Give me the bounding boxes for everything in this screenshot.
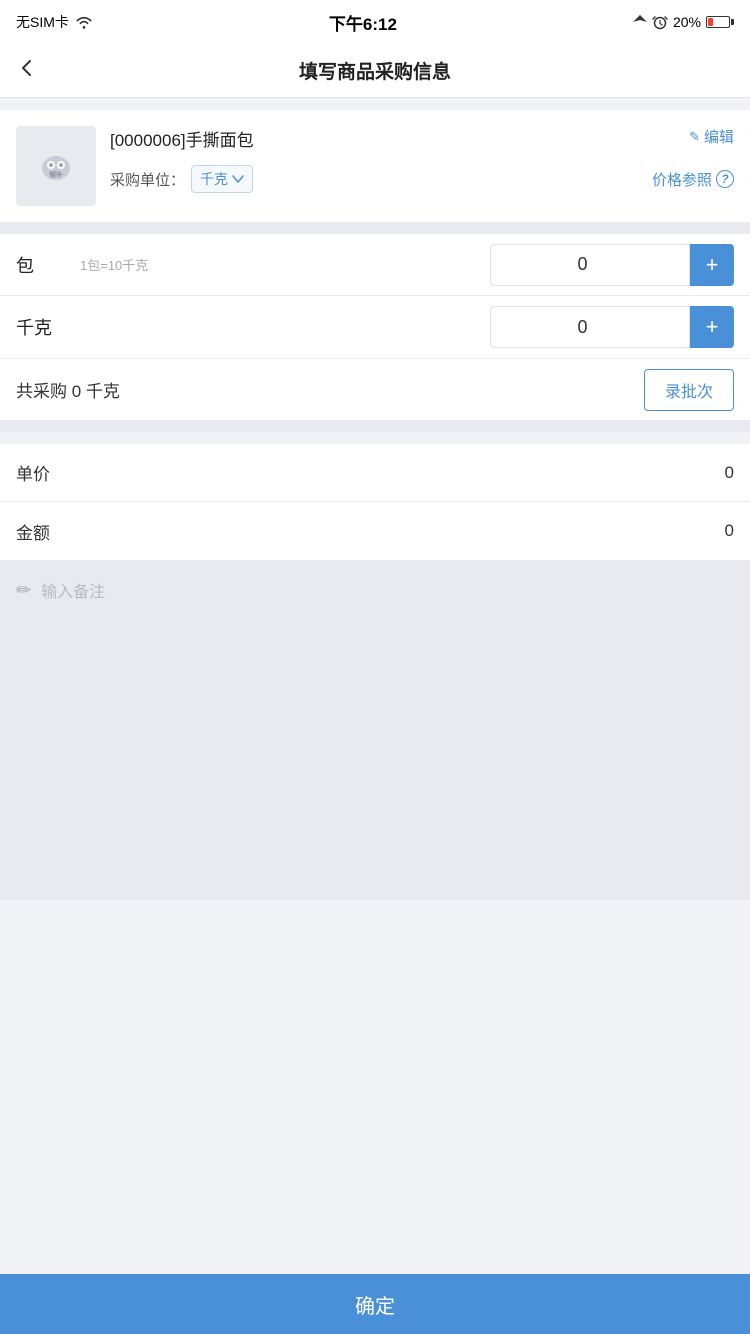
pencil-icon: ✏ bbox=[16, 580, 31, 601]
unit-select[interactable]: 千克 bbox=[191, 165, 253, 193]
product-thumb-icon: 智十 bbox=[34, 144, 78, 188]
battery-icon bbox=[706, 16, 734, 28]
nav-bar: 填写商品采购信息 bbox=[0, 44, 750, 98]
unit-label: 采购单位： bbox=[110, 169, 185, 190]
battery-pct: 20% bbox=[673, 14, 701, 30]
svg-text:智十: 智十 bbox=[49, 170, 63, 179]
alarm-icon bbox=[652, 14, 668, 30]
kg-input[interactable] bbox=[490, 306, 690, 348]
batch-button[interactable]: 录批次 bbox=[644, 369, 734, 411]
price-section: 单价 0 金额 0 bbox=[0, 444, 750, 560]
kg-row: 千克 + bbox=[0, 296, 750, 358]
price-ref-label: 价格参照 bbox=[652, 169, 712, 190]
confirm-label: 确定 bbox=[355, 1290, 395, 1319]
product-thumbnail: 智十 bbox=[16, 126, 96, 206]
info-icon: ? bbox=[716, 170, 734, 188]
back-button[interactable] bbox=[16, 57, 38, 85]
wifi-icon bbox=[75, 15, 93, 29]
bao-plus-button[interactable]: + bbox=[690, 244, 734, 286]
network-label: 无SIM卡 bbox=[16, 12, 69, 32]
page-title: 填写商品采购信息 bbox=[299, 57, 451, 84]
kg-input-group: + bbox=[490, 306, 734, 348]
kg-label: 千克 bbox=[16, 314, 76, 340]
bao-input-group: + bbox=[490, 244, 734, 286]
unit-price-value: 0 bbox=[725, 463, 734, 483]
price-ref-button[interactable]: 价格参照 ? bbox=[652, 169, 734, 190]
product-info: [0000006]手撕面包 ✎ 编辑 采购单位： 千克 价格参照 ? bbox=[110, 126, 734, 193]
input-section: 包 1包=10千克 + 千克 + bbox=[0, 234, 750, 358]
total-row: 共采购 0 千克 录批次 bbox=[0, 358, 750, 420]
edit-label: 编辑 bbox=[704, 126, 734, 147]
amount-row: 金额 0 bbox=[0, 502, 750, 560]
bao-label: 包 bbox=[16, 252, 76, 278]
product-card: 智十 [0000006]手撕面包 ✎ 编辑 采购单位： 千克 价格参照 bbox=[0, 110, 750, 222]
unit-value: 千克 bbox=[200, 169, 228, 189]
bao-input[interactable] bbox=[490, 244, 690, 286]
edit-icon: ✎ bbox=[689, 129, 700, 145]
edit-button[interactable]: ✎ 编辑 bbox=[689, 126, 734, 147]
product-name: [0000006]手撕面包 bbox=[110, 126, 254, 151]
bao-row: 包 1包=10千克 + bbox=[0, 234, 750, 296]
confirm-button[interactable]: 确定 bbox=[0, 1274, 750, 1334]
unit-price-label: 单价 bbox=[16, 460, 50, 485]
chevron-down-icon bbox=[232, 175, 244, 183]
bottom-padding bbox=[0, 900, 750, 960]
unit-price-row: 单价 0 bbox=[0, 444, 750, 502]
amount-label: 金额 bbox=[16, 519, 50, 544]
status-right: 20% bbox=[633, 14, 734, 30]
status-bar: 无SIM卡 下午6:12 20% bbox=[0, 0, 750, 44]
remark-placeholder: 输入备注 bbox=[41, 578, 105, 602]
status-time: 下午6:12 bbox=[329, 10, 397, 35]
section-divider-1 bbox=[0, 222, 750, 234]
section-divider-2 bbox=[0, 420, 750, 432]
kg-plus-button[interactable]: + bbox=[690, 306, 734, 348]
status-left: 无SIM卡 bbox=[16, 12, 93, 32]
location-icon bbox=[633, 15, 647, 29]
bao-sublabel: 1包=10千克 bbox=[80, 255, 148, 274]
total-label: 共采购 0 千克 bbox=[16, 377, 120, 402]
remark-section[interactable]: ✏ 输入备注 bbox=[0, 560, 750, 900]
amount-value: 0 bbox=[725, 521, 734, 541]
